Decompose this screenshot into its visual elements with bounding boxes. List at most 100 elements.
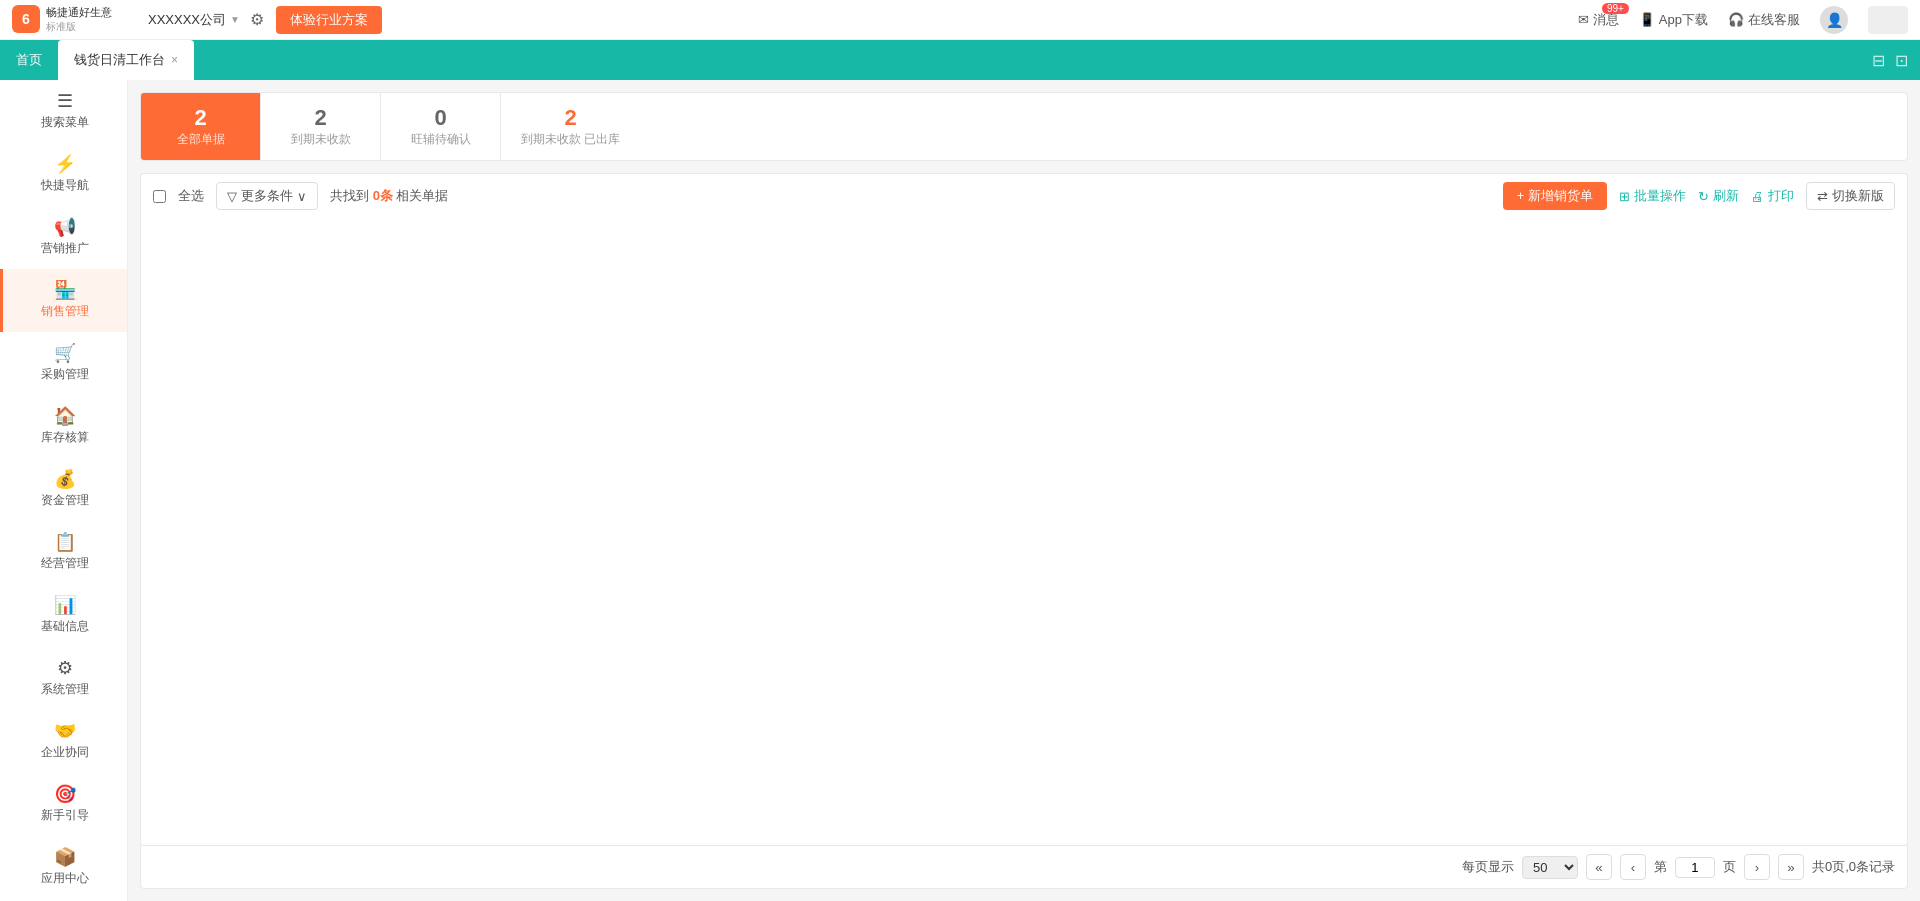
stat-tab-pending[interactable]: 0 旺辅待确认 bbox=[381, 93, 501, 160]
sidebar-item-quick-nav[interactable]: ⚡ 快捷导航 bbox=[0, 143, 127, 206]
table-wrapper bbox=[140, 218, 1908, 846]
print-icon: 🖨 bbox=[1751, 189, 1764, 204]
sidebar-item-marketing[interactable]: 📢 营销推广 bbox=[0, 206, 127, 269]
refresh-button[interactable]: ↻ 刷新 bbox=[1698, 187, 1739, 205]
tab-maximize-icon[interactable]: ⊡ bbox=[1895, 51, 1908, 70]
switch-icon: ⇄ bbox=[1817, 189, 1828, 204]
online-service-icon: 🎧 bbox=[1728, 12, 1744, 27]
filter-btn-label: 更多条件 bbox=[241, 187, 293, 205]
found-prefix: 共找到 bbox=[330, 188, 369, 203]
stat-tab-overdue[interactable]: 2 到期未收款 bbox=[261, 93, 381, 160]
sidebar-item-guide[interactable]: 🎯 新手引导 bbox=[0, 773, 127, 836]
sidebar-label-app-center: 应用中心 bbox=[41, 870, 89, 887]
sidebar-item-search-menu[interactable]: ☰ 搜索菜单 bbox=[0, 80, 127, 143]
app-download-label: App下载 bbox=[1659, 11, 1708, 29]
sidebar-label-inventory: 库存核算 bbox=[41, 429, 89, 446]
sidebar-item-app-center[interactable]: 📦 应用中心 bbox=[0, 836, 127, 899]
logo-title: 畅捷通好生意 bbox=[46, 5, 112, 19]
sidebar-label-basic-info: 基础信息 bbox=[41, 618, 89, 635]
sidebar-item-basic-info[interactable]: 📊 基础信息 bbox=[0, 584, 127, 647]
quick-nav-icon: ⚡ bbox=[54, 155, 76, 173]
found-suffix: 相关单据 bbox=[396, 188, 448, 203]
switch-version-button[interactable]: ⇄ 切换新版 bbox=[1806, 182, 1895, 210]
batch-operation-button[interactable]: ⊞ 批量操作 bbox=[1619, 187, 1686, 205]
app-download-icon: 📱 bbox=[1639, 12, 1655, 27]
sidebar-item-purchase[interactable]: 🛒 采购管理 bbox=[0, 332, 127, 395]
system-icon: ⚙ bbox=[57, 659, 73, 677]
batch-label: 批量操作 bbox=[1634, 187, 1686, 205]
cooperation-icon: 🤝 bbox=[54, 722, 76, 740]
add-sales-order-button[interactable]: + 新增销货单 bbox=[1503, 182, 1607, 210]
stat-number-shipped: 2 bbox=[521, 105, 620, 131]
user-name-display bbox=[1868, 6, 1908, 34]
stat-tab-all[interactable]: 2 全部单据 bbox=[141, 93, 261, 160]
first-page-button[interactable]: « bbox=[1586, 854, 1612, 880]
company-dropdown-arrow: ▼ bbox=[230, 14, 240, 25]
sidebar-label-finance: 资金管理 bbox=[41, 492, 89, 509]
sidebar: ☰ 搜索菜单 ⚡ 快捷导航 📢 营销推广 🏪 销售管理 🛒 采购管理 🏠 库存核… bbox=[0, 80, 128, 901]
trial-button[interactable]: 体验行业方案 bbox=[276, 6, 382, 34]
sidebar-label-sales: 销售管理 bbox=[41, 303, 89, 320]
print-button[interactable]: 🖨 打印 bbox=[1751, 187, 1794, 205]
page-number-input[interactable] bbox=[1675, 857, 1715, 878]
sidebar-label-search-menu: 搜索菜单 bbox=[41, 114, 89, 131]
app-download-button[interactable]: 📱 App下载 bbox=[1639, 11, 1708, 29]
found-text: 共找到 0条 相关单据 bbox=[330, 187, 448, 205]
tab-bar: 首页 钱货日清工作台 × ⊟ ⊡ bbox=[0, 40, 1920, 80]
tab-minimize-icon[interactable]: ⊟ bbox=[1872, 51, 1885, 70]
sidebar-item-cooperation[interactable]: 🤝 企业协同 bbox=[0, 710, 127, 773]
online-service-button[interactable]: 🎧 在线客服 bbox=[1728, 11, 1800, 29]
sidebar-item-finance[interactable]: 💰 资金管理 bbox=[0, 458, 127, 521]
avatar[interactable]: 👤 bbox=[1820, 6, 1848, 34]
stat-tab-shipped[interactable]: 2 到期未收款 已出库 bbox=[501, 93, 640, 160]
app-center-icon: 📦 bbox=[54, 848, 76, 866]
pagination: 每页显示 50 100 200 « ‹ 第 页 › » 共0页,0条记录 bbox=[140, 845, 1908, 889]
sidebar-label-quick-nav: 快捷导航 bbox=[41, 177, 89, 194]
stat-label-shipped: 到期未收款 已出库 bbox=[521, 131, 620, 148]
settings-icon[interactable]: ⚙ bbox=[250, 10, 264, 29]
select-all-label: 全选 bbox=[178, 187, 204, 205]
guide-icon: 🎯 bbox=[54, 785, 76, 803]
next-page-button[interactable]: › bbox=[1744, 854, 1770, 880]
search-menu-icon: ☰ bbox=[57, 92, 73, 110]
sidebar-label-purchase: 采购管理 bbox=[41, 366, 89, 383]
stat-label-pending: 旺辅待确认 bbox=[401, 131, 480, 148]
filter-dropdown-icon: ∨ bbox=[297, 189, 307, 204]
sidebar-label-system: 系统管理 bbox=[41, 681, 89, 698]
sidebar-label-cooperation: 企业协同 bbox=[41, 744, 89, 761]
message-button[interactable]: ✉ 消息 99+ bbox=[1578, 11, 1619, 29]
filter-button[interactable]: ▽ 更多条件 ∨ bbox=[216, 182, 318, 210]
purchase-icon: 🛒 bbox=[54, 344, 76, 362]
found-count: 0条 bbox=[373, 188, 393, 203]
company-name: XXXXXX公司 bbox=[148, 11, 226, 29]
tab-home-label: 首页 bbox=[16, 51, 42, 69]
sidebar-item-operations[interactable]: 📋 经营管理 bbox=[0, 521, 127, 584]
sidebar-item-sales[interactable]: 🏪 销售管理 bbox=[0, 269, 127, 332]
sidebar-item-system[interactable]: ⚙ 系统管理 bbox=[0, 647, 127, 710]
refresh-icon: ↻ bbox=[1698, 189, 1709, 204]
logo-area: 6 畅捷通好生意 标准版 bbox=[12, 5, 140, 33]
inventory-icon: 🏠 bbox=[54, 407, 76, 425]
content-area: 2 全部单据 2 到期未收款 0 旺辅待确认 2 到期未收款 已出库 全选 bbox=[128, 80, 1920, 901]
stat-number-all: 2 bbox=[161, 105, 240, 131]
sidebar-item-inventory[interactable]: 🏠 库存核算 bbox=[0, 395, 127, 458]
company-selector[interactable]: XXXXXX公司 ▼ bbox=[148, 11, 240, 29]
tab-workbench[interactable]: 钱货日清工作台 × bbox=[58, 40, 194, 80]
tab-home[interactable]: 首页 bbox=[0, 40, 58, 80]
filter-icon: ▽ bbox=[227, 189, 237, 204]
stats-tabs: 2 全部单据 2 到期未收款 0 旺辅待确认 2 到期未收款 已出库 bbox=[140, 92, 1908, 161]
message-badge: 99+ bbox=[1602, 3, 1629, 14]
toolbar-right: + 新增销货单 ⊞ 批量操作 ↻ 刷新 🖨 打印 ⇄ 切换新版 bbox=[1503, 182, 1895, 210]
last-page-button[interactable]: » bbox=[1778, 854, 1804, 880]
logo-sub: 标准版 bbox=[46, 20, 112, 34]
page-size-select[interactable]: 50 100 200 bbox=[1522, 856, 1578, 879]
tab-close-icon[interactable]: × bbox=[171, 53, 178, 67]
stat-number-pending: 0 bbox=[401, 105, 480, 131]
toolbar-left: 全选 ▽ 更多条件 ∨ 共找到 0条 相关单据 bbox=[153, 182, 1491, 210]
switch-label: 切换新版 bbox=[1832, 187, 1884, 205]
sidebar-label-guide: 新手引导 bbox=[41, 807, 89, 824]
select-all-checkbox[interactable] bbox=[153, 190, 166, 203]
prev-page-button[interactable]: ‹ bbox=[1620, 854, 1646, 880]
main-layout: ☰ 搜索菜单 ⚡ 快捷导航 📢 营销推广 🏪 销售管理 🛒 采购管理 🏠 库存核… bbox=[0, 80, 1920, 901]
marketing-icon: 📢 bbox=[54, 218, 76, 236]
